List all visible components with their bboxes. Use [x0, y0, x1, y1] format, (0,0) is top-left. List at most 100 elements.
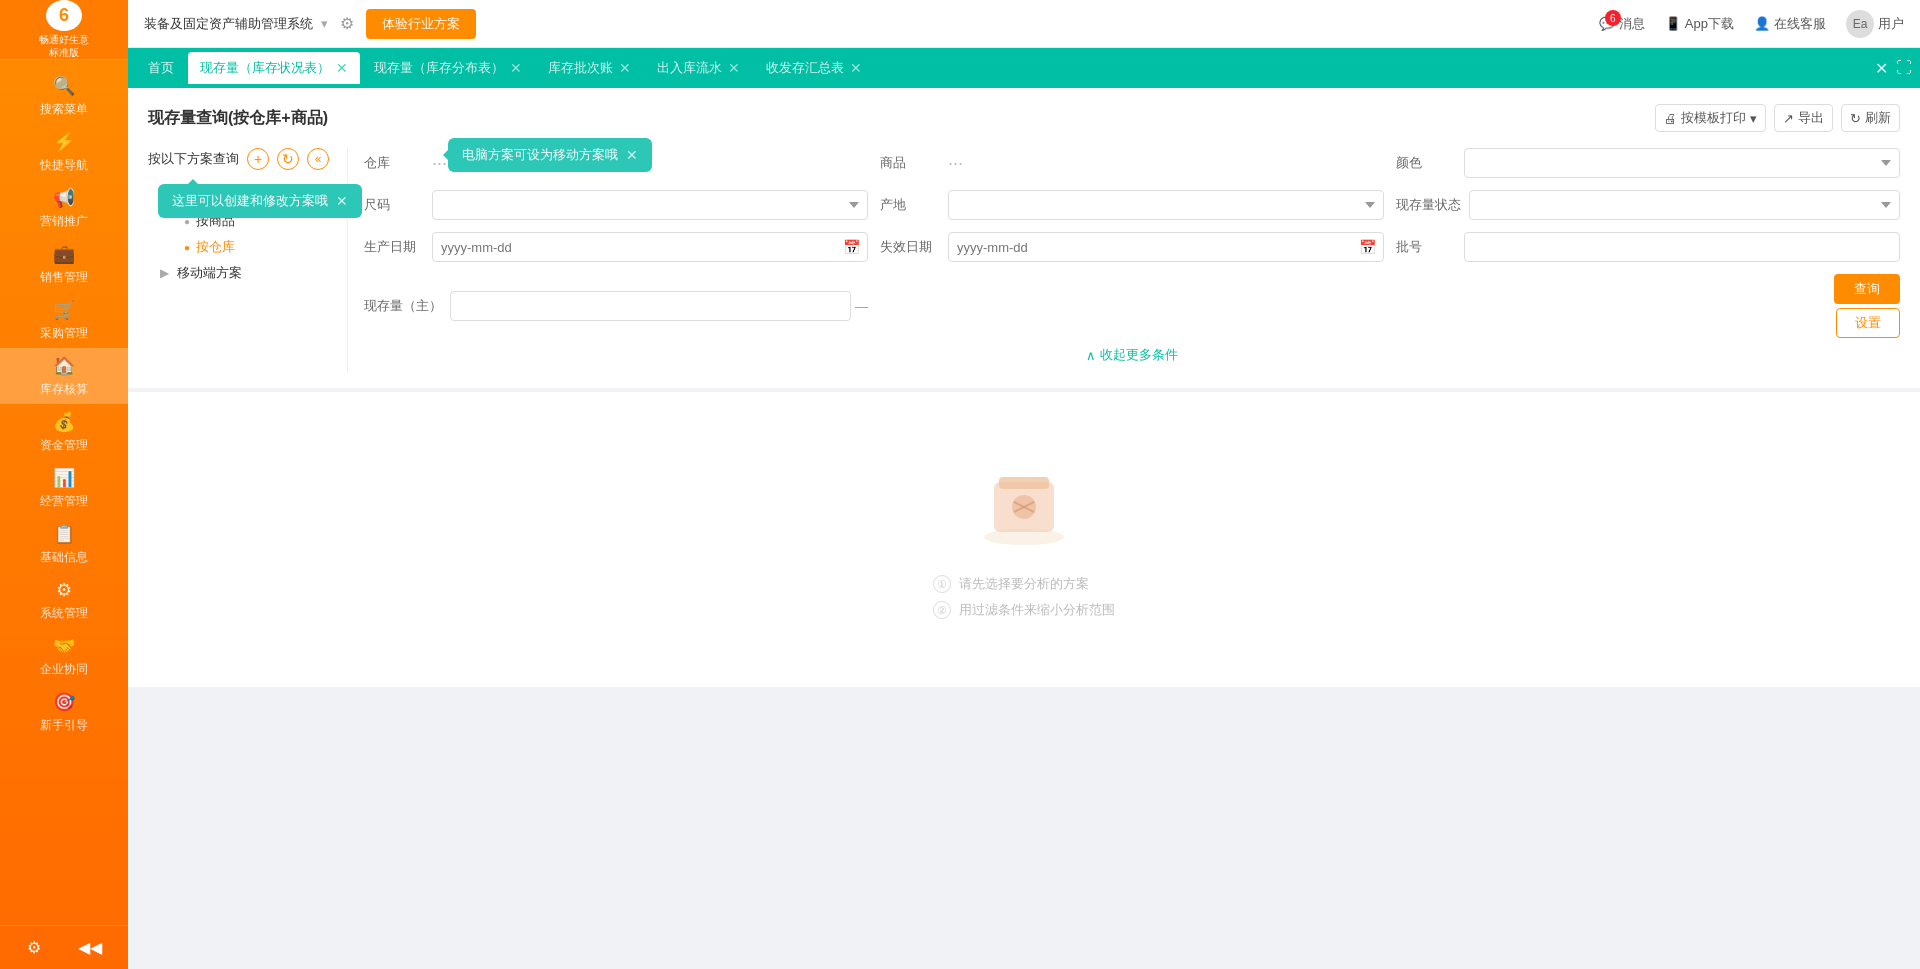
title-actions: 🖨 按模板打印 ▾ ↗ 导出 ↻ 刷新 — [1655, 104, 1900, 132]
sidebar-item-purchase[interactable]: 🛒 采购管理 — [0, 292, 128, 348]
sidebar-item-inventory[interactable]: 🏠 库存核算 — [0, 348, 128, 404]
reset-button[interactable]: 设置 — [1836, 308, 1900, 338]
topbar: 装备及固定资产辅助管理系统 ▾ ⚙ 体验行业方案 💬 6 消息 📱 App下载 … — [128, 0, 1920, 48]
topbar-settings-icon[interactable]: ⚙ — [340, 14, 354, 33]
filter-fields: 电脑方案可设为移动方案哦 ✕ 仓库 ··· 商品 ··· — [348, 148, 1900, 372]
collapse-sidebar-icon[interactable]: ◀◀ — [78, 938, 102, 957]
export-button[interactable]: ↗ 导出 — [1774, 104, 1833, 132]
sidebar-item-collab[interactable]: 🤝 企业协同 — [0, 628, 128, 684]
tab-inventory-dist[interactable]: 现存量（库存分布表） ✕ — [362, 52, 534, 84]
sidebar-item-label: 基础信息 — [40, 549, 88, 566]
base-icon: 📋 — [53, 523, 75, 545]
expand-mobile-icon[interactable]: ▶ — [160, 266, 169, 280]
color-select[interactable] — [1464, 148, 1900, 178]
tooltip-scheme-close[interactable]: ✕ — [626, 147, 638, 163]
sidebar-item-label: 营销推广 — [40, 213, 88, 230]
refresh-button[interactable]: ↻ 刷新 — [1841, 104, 1900, 132]
size-select[interactable] — [432, 190, 868, 220]
expiry-filter: 失效日期 📅 — [880, 232, 1384, 262]
stock-status-select[interactable] — [1469, 190, 1900, 220]
stock-status-label: 现存量状态 — [1396, 196, 1461, 214]
topbar-right: 💬 6 消息 📱 App下载 👤 在线客服 Ea 用户 — [1599, 10, 1904, 38]
expiry-date-input[interactable] — [948, 232, 1384, 262]
tab-close-icon[interactable]: ✕ — [850, 60, 862, 76]
tab-close-icon[interactable]: ✕ — [336, 60, 348, 76]
empty-step-2: ② 用过滤条件来缩小分析范围 — [933, 601, 1115, 619]
tab-inout[interactable]: 出入库流水 ✕ — [645, 52, 752, 84]
page-title-text: 现存量查询(按仓库+商品) — [148, 108, 328, 129]
tab-inventory-status[interactable]: 现存量（库存状况表） ✕ — [188, 52, 360, 84]
sidebar-item-label: 系统管理 — [40, 605, 88, 622]
tab-batch[interactable]: 库存批次账 ✕ — [536, 52, 643, 84]
sidebar-item-marketing[interactable]: 📢 营销推广 — [0, 180, 128, 236]
scheme-item-warehouse[interactable]: ● 按仓库 — [180, 234, 335, 260]
sidebar-item-sales[interactable]: 💼 销售管理 — [0, 236, 128, 292]
tab-collect[interactable]: 收发存汇总表 ✕ — [754, 52, 874, 84]
query-button[interactable]: 查询 — [1834, 274, 1900, 304]
sidebar-item-operation[interactable]: 📊 经营管理 — [0, 460, 128, 516]
sidebar-item-search[interactable]: 🔍 搜索菜单 — [0, 68, 128, 124]
tab-close-icon[interactable]: ✕ — [510, 60, 522, 76]
tab-fullscreen-icon[interactable]: ⛶ — [1896, 59, 1912, 78]
scheme-tooltip: 电脑方案可设为移动方案哦 ✕ — [448, 138, 652, 172]
service-icon: 👤 — [1754, 16, 1770, 31]
filter-row-4: 现存量（主） — 查询 设置 — [364, 274, 1900, 338]
message-badge-wrap: 💬 6 — [1599, 16, 1615, 31]
logo-icon: 6 — [46, 0, 82, 31]
tab-close-icon[interactable]: ✕ — [619, 60, 631, 76]
topbar-user[interactable]: Ea 用户 — [1846, 10, 1904, 38]
tab-close-icon[interactable]: ✕ — [728, 60, 740, 76]
sidebar-item-system[interactable]: ⚙ 系统管理 — [0, 572, 128, 628]
sidebar-item-guide[interactable]: 🎯 新手引导 — [0, 684, 128, 740]
tooltip-edit-text: 这里可以创建和修改方案哦 — [172, 192, 328, 210]
goods-label: 商品 — [880, 154, 940, 172]
message-count-badge: 6 — [1605, 10, 1621, 26]
finance-icon: 💰 — [53, 411, 75, 433]
goods-filter: 商品 ··· — [880, 153, 1384, 174]
print-button[interactable]: 🖨 按模板打印 ▾ — [1655, 104, 1766, 132]
refresh-scheme-button[interactable]: ↻ — [277, 148, 299, 170]
step-num-1: ① — [933, 575, 951, 593]
add-scheme-button[interactable]: + — [247, 148, 269, 170]
sidebar-item-finance[interactable]: 💰 资金管理 — [0, 404, 128, 460]
scheme-panel: 按以下方案查询 + ↻ « ▼ 电脑端方案 ● — [148, 148, 348, 372]
tab-home[interactable]: 首页 — [136, 59, 186, 77]
trial-button[interactable]: 体验行业方案 — [366, 9, 476, 39]
expiry-label: 失效日期 — [880, 238, 940, 256]
filter-area: 按以下方案查询 + ↻ « ▼ 电脑端方案 ● — [148, 148, 1900, 372]
topbar-message[interactable]: 💬 6 消息 — [1599, 15, 1645, 33]
query-actions: 查询 设置 — [1396, 274, 1900, 338]
query-panel: 现存量查询(按仓库+商品) 🖨 按模板打印 ▾ ↗ 导出 ↻ 刷新 — [128, 88, 1920, 388]
operation-icon: 📊 — [53, 467, 75, 489]
chevron-down-icon: ▾ — [321, 16, 328, 31]
page-content: 现存量查询(按仓库+商品) 🖨 按模板打印 ▾ ↗ 导出 ↻ 刷新 — [128, 88, 1920, 969]
sidebar-bottom: ⚙ ◀◀ — [0, 925, 128, 969]
system-name: 装备及固定资产辅助管理系统 ▾ — [144, 15, 328, 33]
main: 装备及固定资产辅助管理系统 ▾ ⚙ 体验行业方案 💬 6 消息 📱 App下载 … — [128, 0, 1920, 969]
page-title-row: 现存量查询(按仓库+商品) 🖨 按模板打印 ▾ ↗ 导出 ↻ 刷新 — [148, 104, 1900, 132]
scheme-item-label: 按仓库 — [196, 238, 235, 256]
origin-select[interactable] — [948, 190, 1384, 220]
goods-ellipsis: ··· — [948, 153, 963, 174]
scheme-section-mobile[interactable]: ▶ 移动端方案 — [160, 260, 335, 286]
collapse-bar[interactable]: ∧ 收起更多条件 — [364, 338, 1900, 372]
sidebar-item-label: 资金管理 — [40, 437, 88, 454]
tab-close-all-icon[interactable]: ✕ — [1875, 59, 1888, 78]
settings-bottom-icon[interactable]: ⚙ — [27, 938, 41, 957]
batch-input[interactable] — [1464, 232, 1900, 262]
sidebar-nav: 🔍 搜索菜单 ⚡ 快捷导航 📢 营销推广 💼 销售管理 🛒 采购管理 🏠 库存核… — [0, 60, 128, 925]
topbar-service[interactable]: 👤 在线客服 — [1754, 15, 1826, 33]
tabbar: 首页 现存量（库存状况表） ✕ 现存量（库存分布表） ✕ 库存批次账 ✕ 出入库… — [128, 48, 1920, 88]
refresh-icon: ↻ — [1850, 111, 1861, 126]
stock-range-min[interactable] — [450, 291, 851, 321]
sidebar-item-base[interactable]: 📋 基础信息 — [0, 516, 128, 572]
tabbar-end: ✕ ⛶ — [1875, 59, 1912, 78]
manufacture-date-input[interactable] — [432, 232, 868, 262]
chevron-down-icon: ▾ — [1750, 111, 1757, 126]
back-icon[interactable]: « — [307, 148, 329, 170]
tooltip-edit-close[interactable]: ✕ — [336, 193, 348, 209]
sidebar-item-label: 快捷导航 — [40, 157, 88, 174]
batch-label: 批号 — [1396, 238, 1456, 256]
topbar-appdownload[interactable]: 📱 App下载 — [1665, 15, 1734, 33]
sidebar-item-quicknav[interactable]: ⚡ 快捷导航 — [0, 124, 128, 180]
